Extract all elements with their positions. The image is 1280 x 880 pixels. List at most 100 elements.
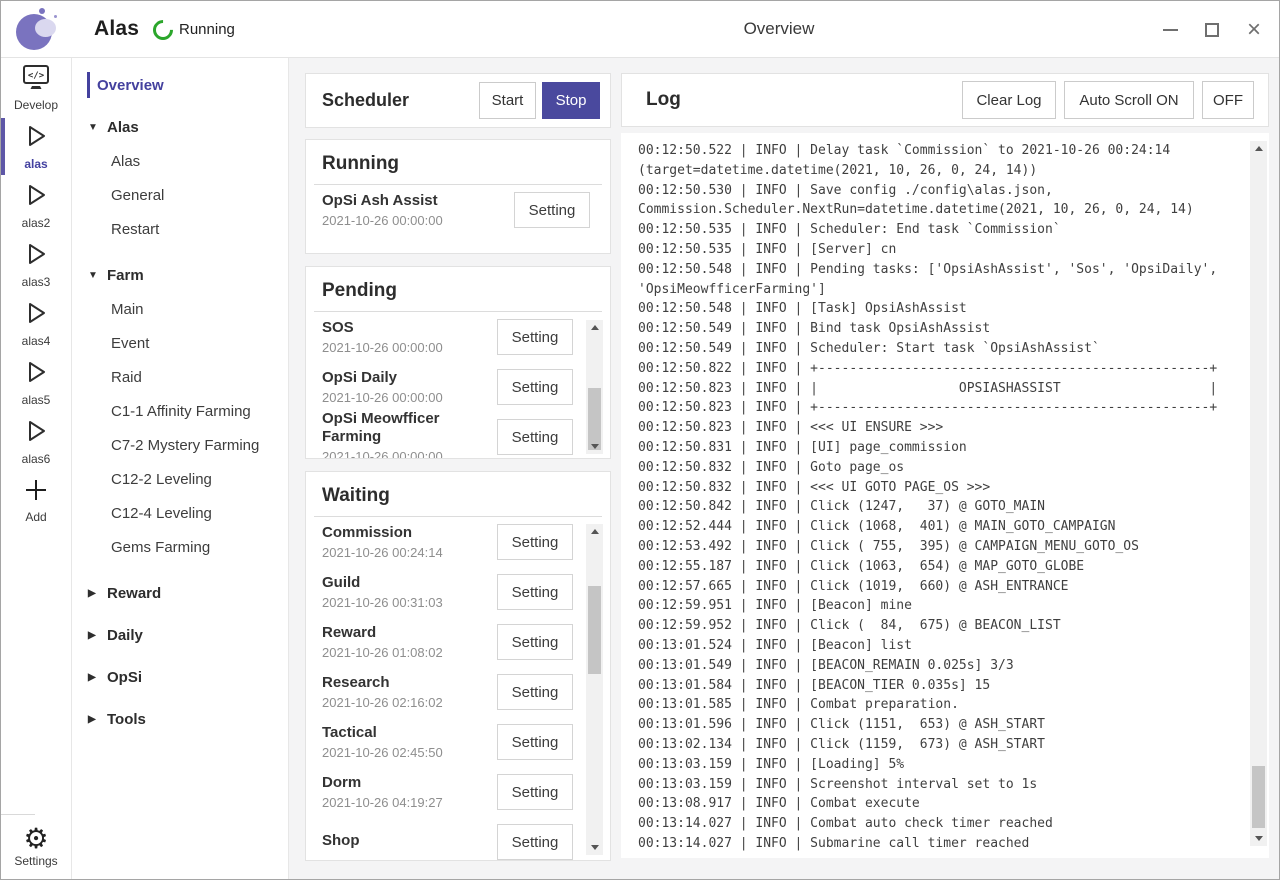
log-line: 00:12:50.548 | INFO | [Task] OpsiAshAssi… xyxy=(638,299,1229,319)
nav-item[interactable]: C12-4 Leveling xyxy=(72,496,288,530)
scroll-up-icon[interactable] xyxy=(1250,141,1267,156)
nav-item[interactable]: ▼ Alas xyxy=(72,114,288,140)
log-scrollbar[interactable] xyxy=(1250,141,1267,846)
log-line: 00:12:53.492 | INFO | Click ( 755, 395) … xyxy=(638,537,1229,557)
setting-button[interactable]: Setting xyxy=(497,419,573,455)
setting-button[interactable]: Setting xyxy=(497,774,573,810)
log-line: 'OpsiMeowfficerFarming'] xyxy=(638,280,1229,300)
log-line: 00:12:50.535 | INFO | Scheduler: End tas… xyxy=(638,220,1229,240)
log-line: 00:12:50.530 | INFO | Save config ./conf… xyxy=(638,181,1229,201)
task-name: Tactical xyxy=(322,724,482,742)
sidebar-item-alas5[interactable]: alas5 xyxy=(1,353,71,412)
log-line: 00:12:50.549 | INFO | Scheduler: Start t… xyxy=(638,339,1229,359)
scrollbar-thumb[interactable] xyxy=(1252,766,1265,828)
sidebar-item-alas4[interactable]: alas4 xyxy=(1,294,71,353)
setting-button[interactable]: Setting xyxy=(497,624,573,660)
nav-item-label: Alas xyxy=(111,153,140,170)
log-line: 00:13:03.159 | INFO | [Loading] 5% xyxy=(638,755,1229,775)
sidebar-item-label: alas3 xyxy=(22,275,51,289)
titlebar: Alas Running Overview × xyxy=(1,1,1279,58)
setting-button[interactable]: Setting xyxy=(497,319,573,355)
nav-arrow-icon: ▶ xyxy=(88,630,107,641)
minimize-button[interactable] xyxy=(1155,1,1185,58)
sidebar-item-alas3[interactable]: alas3 xyxy=(1,235,71,294)
task-info: OpSi Daily 2021-10-26 00:00:00 xyxy=(322,369,497,405)
add-instance-button[interactable]: Add xyxy=(1,471,71,530)
log-line: 00:13:01.549 | INFO | [BEACON_REMAIN 0.0… xyxy=(638,656,1229,676)
sidebar-item-alas[interactable]: alas xyxy=(1,117,71,176)
sidebar-item-develop[interactable]: </> Develop xyxy=(1,58,71,117)
scroll-up-icon[interactable] xyxy=(586,320,603,335)
auto-scroll-off-button[interactable]: OFF xyxy=(1202,81,1254,119)
log-line: 00:12:55.187 | INFO | Click (1063, 654) … xyxy=(638,557,1229,577)
scroll-up-icon[interactable] xyxy=(586,524,603,539)
task-name: Guild xyxy=(322,574,482,592)
scroll-down-icon[interactable] xyxy=(1250,831,1267,846)
task-info: Research 2021-10-26 02:16:02 xyxy=(322,674,497,710)
scheduler-card: Scheduler Start Stop xyxy=(305,73,611,128)
nav-item[interactable]: ▶ Tools xyxy=(72,706,288,732)
sidebar-item-alas6[interactable]: alas6 xyxy=(1,412,71,471)
nav-item[interactable]: General xyxy=(72,178,288,212)
setting-button[interactable]: Setting xyxy=(497,369,573,405)
close-button[interactable]: × xyxy=(1239,1,1269,58)
stop-button[interactable]: Stop xyxy=(542,82,600,119)
log-line: 00:12:59.952 | INFO | Click ( 84, 675) @… xyxy=(638,616,1229,636)
nav-item[interactable]: ▶ Daily xyxy=(72,622,288,648)
nav-item[interactable]: ▶ Reward xyxy=(72,580,288,606)
task-row: OpSi Daily 2021-10-26 00:00:00 Setting xyxy=(322,362,573,412)
running-card-title: Running xyxy=(314,140,602,185)
log-line: 00:12:50.548 | INFO | Pending tasks: ['O… xyxy=(638,260,1229,280)
scrollbar-thumb[interactable] xyxy=(588,586,601,674)
log-line: 00:12:50.823 | INFO | | OPSIASHASSIST | xyxy=(638,379,1229,399)
log-line: 00:13:14.027 | INFO | Submarine call tim… xyxy=(638,834,1229,854)
scheduler-status-text: Running xyxy=(179,21,235,38)
maximize-button[interactable] xyxy=(1197,1,1227,58)
scroll-down-icon[interactable] xyxy=(586,439,603,454)
setting-button[interactable]: Setting xyxy=(497,724,573,760)
log-line: 00:12:50.832 | INFO | <<< UI GOTO PAGE_O… xyxy=(638,478,1229,498)
waiting-scrollbar[interactable] xyxy=(586,524,603,855)
pending-card: Pending SOS 2021-10-26 00:00:00 Setting … xyxy=(305,266,611,459)
log-line: 00:12:50.842 | INFO | Click (1247, 37) @… xyxy=(638,497,1229,517)
log-line: 00:12:50.535 | INFO | [Server] cn xyxy=(638,240,1229,260)
play-icon xyxy=(22,122,50,155)
setting-button[interactable]: Setting xyxy=(497,674,573,710)
task-row: Research 2021-10-26 02:16:02 Setting xyxy=(322,667,573,717)
auto-scroll-on-button[interactable]: Auto Scroll ON xyxy=(1064,81,1194,119)
nav-item[interactable]: Raid xyxy=(72,360,288,394)
log-line: 00:13:01.596 | INFO | Click (1151, 653) … xyxy=(638,715,1229,735)
setting-button[interactable]: Setting xyxy=(497,524,573,560)
running-card: Running OpSi Ash Assist 2021-10-26 00:00… xyxy=(305,139,611,254)
nav-item[interactable]: ▼ Farm xyxy=(72,262,288,288)
scroll-down-icon[interactable] xyxy=(586,840,603,855)
nav-item[interactable]: Overview xyxy=(87,72,288,98)
nav-item[interactable]: Gems Farming xyxy=(72,530,288,564)
pending-scrollbar[interactable] xyxy=(586,320,603,454)
setting-button[interactable]: Setting xyxy=(514,192,590,228)
log-output: 00:12:50.522 | INFO | Delay task `Commis… xyxy=(621,133,1269,854)
clear-log-button[interactable]: Clear Log xyxy=(962,81,1056,119)
start-button[interactable]: Start xyxy=(479,82,536,119)
log-line: 00:12:59.951 | INFO | [Beacon] mine xyxy=(638,596,1229,616)
setting-button[interactable]: Setting xyxy=(497,824,573,860)
sidebar-item-alas2[interactable]: alas2 xyxy=(1,176,71,235)
nav-item[interactable]: Main xyxy=(72,292,288,326)
nav-arrow-icon: ▶ xyxy=(88,588,107,599)
nav-item[interactable]: C1-1 Affinity Farming xyxy=(72,394,288,428)
task-info: Guild 2021-10-26 00:31:03 xyxy=(322,574,497,610)
close-icon: × xyxy=(1247,23,1261,37)
nav-item[interactable]: Alas xyxy=(72,144,288,178)
nav-item[interactable]: ▶ OpSi xyxy=(72,664,288,690)
task-next-run-time: 2021-10-26 00:24:14 xyxy=(322,545,491,560)
nav-item[interactable]: Event xyxy=(72,326,288,360)
task-next-run-time: 2021-10-26 01:08:02 xyxy=(322,645,491,660)
waiting-card-title: Waiting xyxy=(314,472,602,517)
page-title: Overview xyxy=(289,19,1269,39)
task-name: Commission xyxy=(322,524,482,542)
nav-item[interactable]: C7-2 Mystery Farming xyxy=(72,428,288,462)
nav-item[interactable]: Restart xyxy=(72,212,288,246)
sidebar-item-settings[interactable]: ⚙ Settings xyxy=(1,815,71,877)
setting-button[interactable]: Setting xyxy=(497,574,573,610)
nav-item[interactable]: C12-2 Leveling xyxy=(72,462,288,496)
